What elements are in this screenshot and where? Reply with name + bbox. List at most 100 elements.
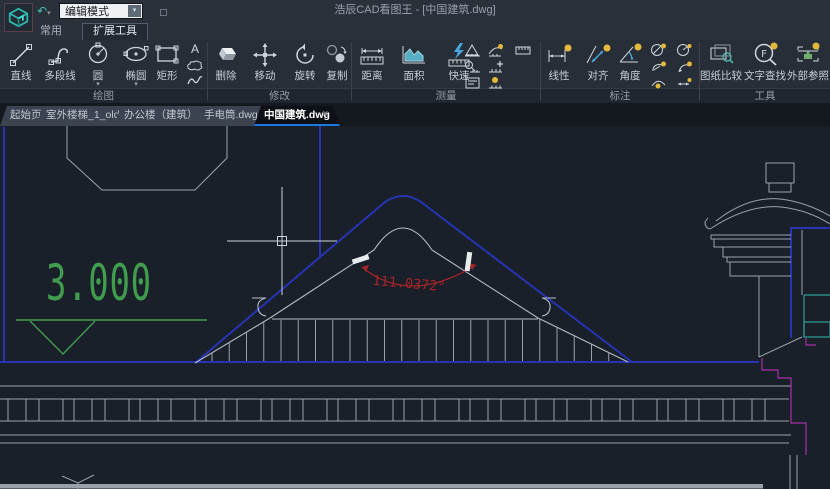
erase-button[interactable]: 删除: [209, 41, 243, 88]
elevation-marker: 3.000: [16, 254, 207, 354]
logo-cube-icon: [8, 7, 29, 28]
move-button[interactable]: 移动: [247, 41, 283, 88]
polyline-icon: [40, 42, 80, 70]
dim-angle-button[interactable]: 角度: [613, 41, 647, 88]
text-find-button[interactable]: F 文字查找: [743, 41, 787, 88]
roof-profile: [195, 228, 628, 363]
external-reference-icon: [786, 42, 830, 70]
circle-button[interactable]: 圆 ▾: [82, 41, 114, 88]
cad-drawing: 3.000 111.0372°: [0, 126, 830, 489]
linear-dim-icon: [542, 42, 576, 70]
ellipse-icon: [118, 42, 154, 70]
measure-add-icon[interactable]: [487, 60, 505, 75]
right-building: [705, 163, 830, 489]
drawing-compare-label: 图纸比较: [699, 70, 743, 82]
measure-distance-label: 距离: [353, 70, 391, 82]
group-draw-label: 绘图: [0, 89, 207, 103]
polyline-button-label: 多段线: [40, 70, 80, 82]
measure-point-icon[interactable]: [487, 76, 505, 91]
group-measure-label: 测量: [352, 89, 540, 103]
dim-linear-button[interactable]: 线性: [542, 41, 576, 88]
polyline-button[interactable]: 多段线: [40, 41, 80, 88]
magenta-detail-lines: [762, 338, 816, 455]
wall-bands: [0, 386, 791, 443]
group-tools-labelbar: 工具: [700, 88, 830, 103]
dim-radius-icon[interactable]: [650, 60, 668, 75]
freehand-sketch-icon[interactable]: [186, 74, 204, 89]
move-button-label: 移动: [247, 70, 283, 82]
dim-continue-icon[interactable]: [676, 43, 694, 58]
cad-viewer-window: ↶▾ 编辑模式 ▾ 浩辰CAD看图王 - [中国建筑.dwg] 常用 扩展工具 …: [0, 0, 830, 489]
text-find-icon: F: [743, 42, 787, 70]
ribbon-tab-row: 常用 扩展工具: [0, 22, 830, 40]
title-bar: ↶▾ 编辑模式 ▾ 浩辰CAD看图王 - [中国建筑.dwg]: [0, 0, 830, 22]
measure-area-label: 面积: [395, 70, 433, 82]
distance-icon: [353, 42, 391, 70]
svg-text:F: F: [761, 49, 767, 60]
group-modify-label: 修改: [208, 89, 351, 103]
chimney-cap: [766, 163, 794, 183]
measure-list-icon[interactable]: [464, 76, 482, 91]
measure-area-button[interactable]: 面积: [395, 41, 433, 88]
dim-aligned-button[interactable]: 对齐: [580, 41, 616, 88]
teal-detail-lines: [804, 295, 830, 337]
revision-cloud-icon[interactable]: [186, 59, 204, 74]
dim-quick-icon[interactable]: [676, 76, 694, 91]
rectangle-icon: [150, 42, 184, 70]
angle-grip-left[interactable]: [352, 254, 370, 264]
xref-button[interactable]: 外部参照: [786, 41, 830, 88]
angle-dim-icon: [613, 42, 647, 70]
curved-roof-lower: [710, 207, 830, 229]
rectangle-button-label: 矩形: [150, 70, 184, 82]
line-button[interactable]: 直线: [3, 41, 39, 88]
group-draw-labelbar: 绘图: [0, 88, 207, 103]
aligned-dim-icon: [580, 42, 616, 70]
rectangle-button[interactable]: 矩形: [150, 41, 184, 88]
eraser-icon: [209, 42, 243, 70]
group-measure-labelbar: 测量: [352, 88, 540, 103]
text-find-label: 文字查找: [743, 70, 787, 82]
dim-arclength-icon[interactable]: [650, 76, 668, 91]
right-eave-scroll: [542, 298, 556, 316]
angle-dimension[interactable]: 111.0372°: [352, 252, 476, 295]
copy-button[interactable]: 复制: [320, 41, 354, 88]
app-logo-icon[interactable]: [4, 3, 33, 32]
drawing-compare-icon: [699, 42, 743, 70]
group-modify-labelbar: 修改: [208, 88, 351, 103]
dim-diameter-icon[interactable]: [650, 43, 668, 58]
dim-leader-icon[interactable]: [676, 60, 694, 75]
measure-distance-button[interactable]: 距离: [353, 41, 391, 88]
copy-button-label: 复制: [320, 70, 354, 82]
measure-scale-icon[interactable]: [514, 43, 532, 58]
horizontal-scrollbar[interactable]: [0, 484, 763, 489]
tab-home[interactable]: 常用: [30, 23, 72, 39]
angle-value: 111.0372°: [372, 273, 446, 295]
line-button-label: 直线: [3, 70, 39, 82]
text-tool-icon[interactable]: A: [186, 42, 204, 57]
measure-entity-icon[interactable]: [464, 60, 482, 75]
rotate-button[interactable]: 旋转: [287, 41, 323, 88]
drawing-area[interactable]: 3.000 111.0372°: [0, 126, 830, 489]
dim-angle-label: 角度: [613, 70, 647, 82]
erase-button-label: 删除: [209, 70, 243, 82]
ribbon: 绘图 修改 测量 标注 工具 直线 多段线 圆 ▾ 椭圆 ▾ 矩形 A: [0, 40, 830, 104]
measure-arc-icon[interactable]: [487, 43, 505, 58]
ellipse-button[interactable]: 椭圆 ▾: [118, 41, 154, 88]
group-tools-label: 工具: [700, 89, 830, 103]
tab-extended-tools[interactable]: 扩展工具: [82, 23, 148, 41]
line-icon: [3, 42, 39, 70]
elevation-value: 3.000: [46, 254, 152, 312]
window-title: 浩辰CAD看图王 - [中国建筑.dwg]: [0, 0, 830, 20]
circle-icon: [82, 42, 114, 70]
rotate-button-label: 旋转: [287, 70, 323, 82]
measure-angle-icon[interactable]: [464, 43, 482, 58]
octagon-outline: [67, 126, 227, 190]
group-dim-label: 标注: [541, 89, 699, 103]
doc-tab-close-icon[interactable]: ×: [322, 108, 328, 120]
move-icon: [247, 42, 283, 70]
baluster-band: [8, 399, 765, 421]
document-tab-bar: 起始页 室外楼梯_1_old.dwg 办公楼（建筑）.dwg 手电筒.dwg 中…: [0, 103, 830, 126]
drawing-compare-button[interactable]: 图纸比较: [699, 41, 743, 88]
ellipse-dropdown-icon[interactable]: ▾: [118, 82, 154, 88]
circle-dropdown-icon[interactable]: ▾: [82, 82, 114, 88]
